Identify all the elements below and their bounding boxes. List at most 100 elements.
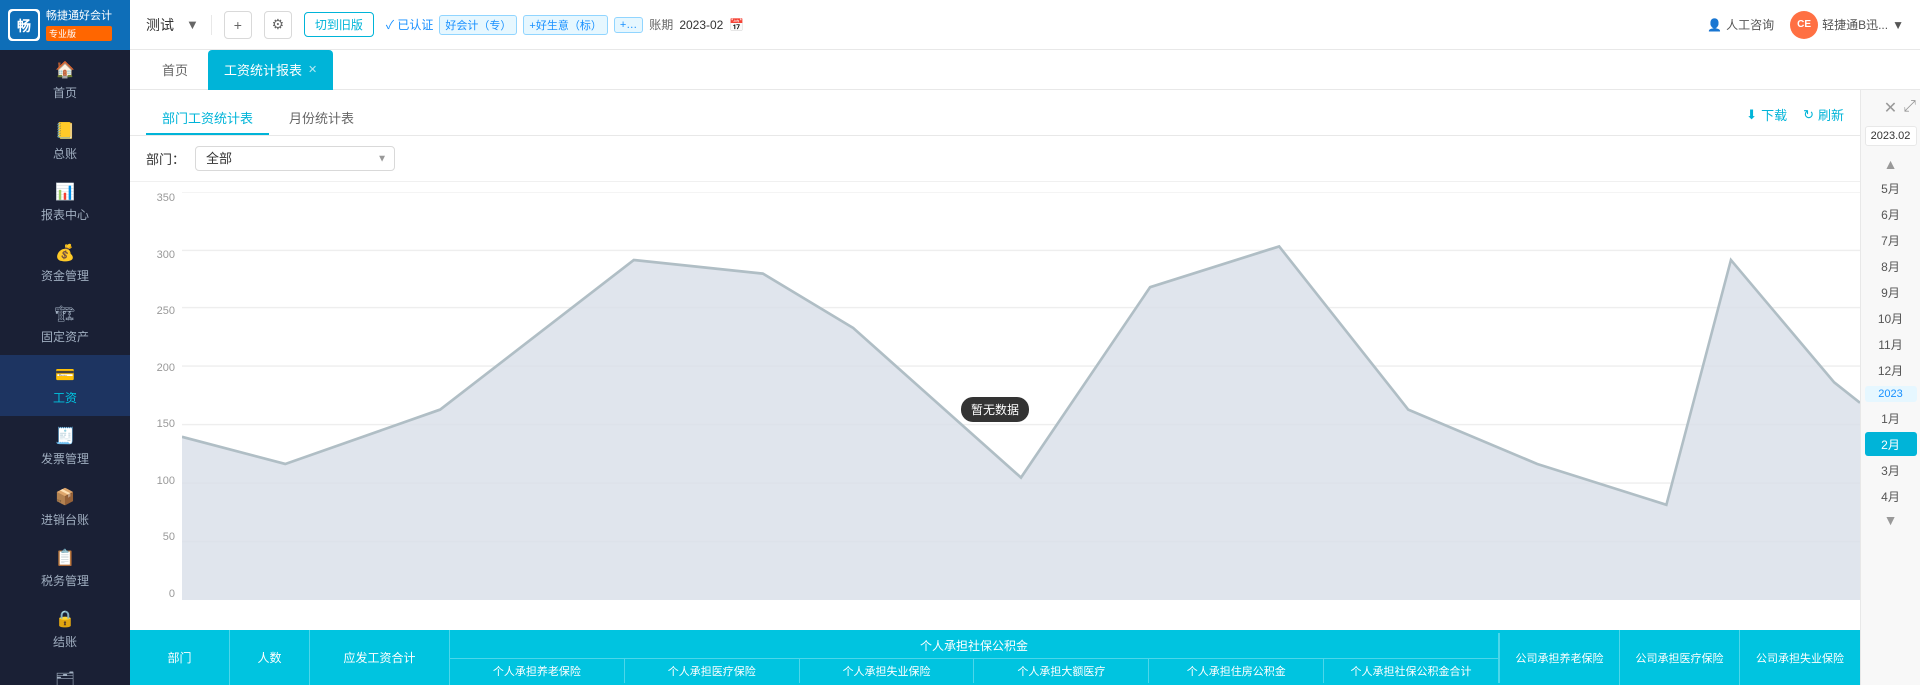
topbar-icons: + ⚙ 切到旧版 — [224, 11, 374, 39]
status-tag-3: +… — [614, 17, 643, 33]
sidebar-item-salary[interactable]: 💳 工资 — [0, 355, 130, 416]
refresh-button[interactable]: ↻ 刷新 — [1803, 102, 1844, 127]
avatar: CE — [1790, 11, 1818, 39]
sidebar-item-ledger[interactable]: 📒 总账 — [0, 111, 130, 172]
chart-area: 0 50 100 150 200 250 300 350 — [130, 182, 1860, 630]
ledger-icon: 📒 — [55, 121, 75, 141]
sub-tab-dept[interactable]: 部门工资统计表 — [146, 102, 269, 135]
month-7[interactable]: 7月 — [1865, 228, 1917, 252]
topbar-title: 测试 — [146, 15, 174, 35]
download-button[interactable]: ⬇ 下载 — [1746, 102, 1787, 127]
year-up-btn[interactable]: ▲ — [1881, 154, 1901, 174]
chart-area-fill — [182, 246, 1860, 600]
sidebar-label-invoice: 发票管理 — [41, 450, 89, 467]
download-icon: ⬇ — [1746, 107, 1757, 123]
content-main: 部门工资统计表 月份统计表 ⬇ 下载 ↻ 刷新 — [130, 90, 1860, 685]
settings-button[interactable]: ⚙ — [264, 11, 292, 39]
tab-home[interactable]: 首页 — [146, 50, 204, 90]
calendar-icon[interactable]: 📅 — [729, 18, 744, 32]
dropdown-icon: ▼ — [186, 17, 199, 32]
panel-close-icon[interactable]: ✕ — [1884, 98, 1897, 118]
sidebar-label-closing: 结账 — [53, 633, 77, 650]
y-label-200: 200 — [146, 362, 181, 374]
toolbar: 部门： 全部 财务部 销售部 人事部 — [130, 136, 1860, 182]
tab-home-label: 首页 — [162, 60, 188, 79]
year-nav: ▲ 5月 6月 7月 8月 9月 10月 11月 12月 2023 1月 2月 … — [1861, 154, 1920, 530]
th-personal-group: 个人承担社保公积金 个人承担养老保险 个人承担医疗保险 个人承担失业保险 — [450, 633, 1500, 683]
right-panel: ✕ ⤢ 2023.02 ▲ 5月 6月 7月 8月 9月 10月 11月 12月… — [1860, 90, 1920, 685]
topbar: 测试 ▼ + ⚙ 切到旧版 ✓ 已认证 好会计（专） +好生意（标） +… 账期… — [130, 0, 1920, 50]
sub-tab-monthly[interactable]: 月份统计表 — [273, 102, 370, 135]
refresh-label: 刷新 — [1818, 105, 1844, 124]
th-headcount: 人数 — [230, 630, 310, 685]
sidebar-nav: 🏠 首页 📒 总账 📊 报表中心 💰 资金管理 🏗 固定资产 💳 工资 🧾 发票… — [0, 50, 130, 685]
y-label-50: 50 — [146, 531, 181, 543]
status-tag-1: 好会计（专） — [439, 15, 517, 35]
th-group-personal-label: 个人承担社保公积金 — [450, 633, 1499, 659]
tax-icon: 📋 — [55, 548, 75, 568]
sidebar-item-home[interactable]: 🏠 首页 — [0, 50, 130, 111]
month-10[interactable]: 10月 — [1865, 306, 1917, 330]
y-axis: 0 50 100 150 200 250 300 350 — [146, 192, 181, 600]
sidebar-item-invoice[interactable]: 🧾 发票管理 — [0, 416, 130, 477]
th-personal-pension: 个人承担养老保险 — [450, 659, 625, 683]
month-4[interactable]: 4月 — [1865, 484, 1917, 508]
month-11[interactable]: 11月 — [1865, 332, 1917, 356]
th-personal-major-medical: 个人承担大额医疗 — [974, 659, 1149, 683]
panel-controls: ✕ ⤢ — [1861, 98, 1920, 122]
sidebar-item-archive[interactable]: 🗂 归档管理 — [0, 660, 130, 685]
tab-close-icon[interactable]: ✕ — [308, 63, 317, 76]
content-area: 部门工资统计表 月份统计表 ⬇ 下载 ↻ 刷新 — [130, 90, 1920, 685]
main-content: 测试 ▼ + ⚙ 切到旧版 ✓ 已认证 好会计（专） +好生意（标） +… 账期… — [130, 0, 1920, 685]
download-label: 下载 — [1761, 105, 1787, 124]
sidebar-item-purchase[interactable]: 📦 进销台账 — [0, 477, 130, 538]
funds-icon: 💰 — [55, 243, 75, 263]
add-button[interactable]: + — [224, 11, 252, 39]
year-2023-label: 2023 — [1865, 386, 1917, 402]
consult-button[interactable]: 👤 人工咨询 — [1707, 16, 1774, 33]
y-label-300: 300 — [146, 249, 181, 261]
th-personal-medical: 个人承担医疗保险 — [625, 659, 800, 683]
sidebar-item-assets[interactable]: 🏗 固定资产 — [0, 294, 130, 355]
month-6[interactable]: 6月 — [1865, 202, 1917, 226]
chart-svg — [182, 192, 1860, 600]
month-1[interactable]: 1月 — [1865, 406, 1917, 430]
user-menu[interactable]: CE 轻捷通B迅... ▼ — [1790, 11, 1904, 39]
sidebar-label-purchase: 进销台账 — [41, 511, 89, 528]
th-personal-unemployment: 个人承担失业保险 — [800, 659, 975, 683]
assets-icon: 🏗 — [55, 304, 75, 324]
logo-icon: 畅 — [8, 9, 40, 41]
sidebar-item-closing[interactable]: 🔒 结账 — [0, 599, 130, 660]
table-header-row: 部门 人数 应发工资合计 个人承担社保公积金 个人承 — [130, 630, 1860, 685]
consult-icon: 👤 — [1707, 18, 1722, 32]
panel-expand-icon[interactable]: ⤢ — [1903, 98, 1916, 118]
sidebar-item-reports[interactable]: 📊 报表中心 — [0, 172, 130, 233]
sidebar-item-funds[interactable]: 💰 资金管理 — [0, 233, 130, 294]
svg-text:畅: 畅 — [17, 18, 31, 34]
switch-version-button[interactable]: 切到旧版 — [304, 12, 374, 37]
sidebar-label-funds: 资金管理 — [41, 267, 89, 284]
chart-svg-container — [182, 192, 1860, 600]
month-5[interactable]: 5月 — [1865, 176, 1917, 200]
month-12[interactable]: 12月 — [1865, 358, 1917, 382]
month-8[interactable]: 8月 — [1865, 254, 1917, 278]
month-9[interactable]: 9月 — [1865, 280, 1917, 304]
sub-tab-actions: ⬇ 下载 ↻ 刷新 — [1746, 102, 1844, 135]
reports-icon: 📊 — [55, 182, 75, 202]
panel-date: 2023.02 — [1865, 126, 1917, 146]
year-down-btn[interactable]: ▼ — [1881, 510, 1901, 530]
month-3[interactable]: 3月 — [1865, 458, 1917, 482]
dept-select[interactable]: 全部 财务部 销售部 人事部 — [195, 146, 395, 171]
sidebar-label-ledger: 总账 — [53, 145, 77, 162]
tab-salary[interactable]: 工资统计报表 ✕ — [208, 50, 333, 90]
sidebar-label-reports: 报表中心 — [41, 206, 89, 223]
sidebar-label-tax: 税务管理 — [41, 572, 89, 589]
sidebar: 畅 畅捷通好会计 专业版 🏠 首页 📒 总账 📊 报表中心 💰 资金管理 🏗 固… — [0, 0, 130, 685]
y-label-100: 100 — [146, 475, 181, 487]
th-personal-housing-fund: 个人承担住房公积金 — [1149, 659, 1324, 683]
month-2-active[interactable]: 2月 — [1865, 432, 1917, 456]
y-label-250: 250 — [146, 305, 181, 317]
certified-badge: ✓ 已认证 — [386, 16, 434, 33]
sidebar-item-tax[interactable]: 📋 税务管理 — [0, 538, 130, 599]
topbar-dropdown[interactable]: ▼ — [186, 17, 199, 32]
